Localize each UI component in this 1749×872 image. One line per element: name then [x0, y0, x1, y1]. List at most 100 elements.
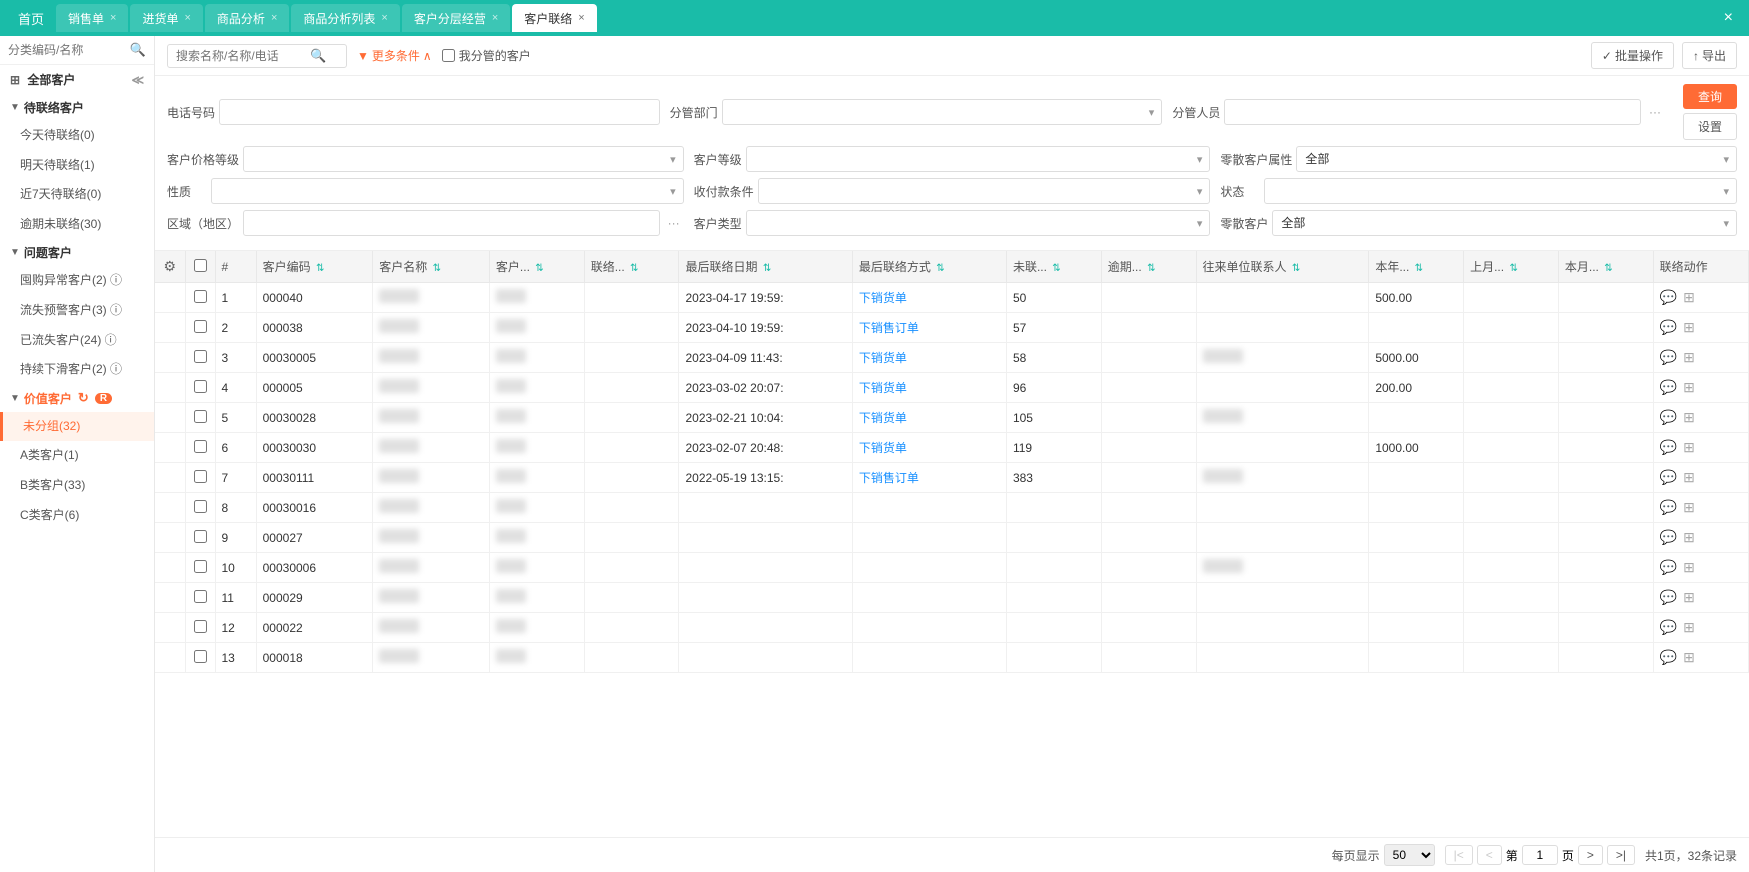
- sidebar-item-overdue[interactable]: 逾期未联络(30): [0, 210, 154, 240]
- grid-action-icon[interactable]: ⊞: [1683, 379, 1695, 396]
- close-icon[interactable]: ×: [492, 12, 498, 24]
- contact-method-link[interactable]: 下销售订单: [859, 321, 919, 335]
- area-input[interactable]: [243, 210, 660, 236]
- area-more-icon[interactable]: ···: [664, 216, 684, 230]
- type-col-header[interactable]: 客户... ⇅: [489, 251, 584, 283]
- row-checkbox-cell[interactable]: [185, 493, 215, 523]
- grid-action-icon[interactable]: ⊞: [1683, 649, 1695, 666]
- grid-action-icon[interactable]: ⊞: [1683, 589, 1695, 606]
- payment-select[interactable]: [758, 178, 1211, 204]
- sidebar-collapse-icon[interactable]: ≪: [131, 73, 144, 87]
- contact-method-link[interactable]: 下销货单: [859, 291, 907, 305]
- sidebar-item-today[interactable]: 今天待联络(0): [0, 121, 154, 151]
- reset-button[interactable]: 设置: [1683, 113, 1737, 140]
- customer-type-select[interactable]: [746, 210, 1211, 236]
- last-contact-date-col-header[interactable]: 最后联络日期 ⇅: [679, 251, 852, 283]
- message-icon[interactable]: 💬: [1660, 289, 1677, 306]
- code-col-header[interactable]: 客户编码 ⇅: [256, 251, 373, 283]
- sidebar-search-icon[interactable]: 🔍: [130, 42, 146, 58]
- contact-method-link[interactable]: 下销货单: [859, 381, 907, 395]
- grid-action-icon[interactable]: ⊞: [1683, 619, 1695, 636]
- sidebar-item-churned[interactable]: 已流失客户(24) ⓘ: [0, 326, 154, 356]
- refresh-icon[interactable]: ↻: [78, 390, 89, 406]
- contact-method-link[interactable]: 下销货单: [859, 351, 907, 365]
- checkbox-col-header[interactable]: [185, 251, 215, 283]
- row-checkbox-cell[interactable]: [185, 613, 215, 643]
- grid-action-icon[interactable]: ⊞: [1683, 499, 1695, 516]
- person-input[interactable]: [1224, 99, 1641, 125]
- row-checkbox[interactable]: [194, 320, 207, 333]
- sidebar-all-customers[interactable]: ⊞ 全部客户 ≪: [0, 65, 154, 94]
- message-icon[interactable]: 💬: [1660, 319, 1677, 336]
- sidebar-item-7days[interactable]: 近7天待联络(0): [0, 180, 154, 210]
- row-checkbox[interactable]: [194, 530, 207, 543]
- row-checkbox[interactable]: [194, 590, 207, 603]
- tab-product-analysis[interactable]: 商品分析 ×: [205, 4, 289, 32]
- grid-action-icon[interactable]: ⊞: [1683, 289, 1695, 306]
- batch-operations-button[interactable]: ✓ 批量操作: [1591, 42, 1674, 69]
- this-month-col-header[interactable]: 本月... ⇅: [1558, 251, 1653, 283]
- sidebar-group-value[interactable]: ▼ 价值客户 ↻ R: [0, 385, 154, 412]
- row-checkbox[interactable]: [194, 410, 207, 423]
- page-number-input[interactable]: [1522, 845, 1558, 865]
- row-checkbox-cell[interactable]: [185, 463, 215, 493]
- message-icon[interactable]: 💬: [1660, 589, 1677, 606]
- last-month-col-header[interactable]: 上月... ⇅: [1464, 251, 1559, 283]
- close-icon[interactable]: ×: [578, 12, 584, 24]
- tab-sales[interactable]: 销售单 ×: [56, 4, 128, 32]
- row-checkbox-cell[interactable]: [185, 553, 215, 583]
- row-checkbox[interactable]: [194, 440, 207, 453]
- sidebar-item-tomorrow[interactable]: 明天待联络(1): [0, 151, 154, 181]
- row-checkbox-cell[interactable]: [185, 433, 215, 463]
- row-checkbox[interactable]: [194, 650, 207, 663]
- message-icon[interactable]: 💬: [1660, 409, 1677, 426]
- next-page-button[interactable]: >: [1578, 845, 1603, 865]
- close-icon[interactable]: ×: [184, 12, 190, 24]
- nature-select[interactable]: [211, 178, 684, 204]
- message-icon[interactable]: 💬: [1660, 439, 1677, 456]
- message-icon[interactable]: 💬: [1660, 619, 1677, 636]
- message-icon[interactable]: 💬: [1660, 379, 1677, 396]
- sidebar-item-hoarding[interactable]: 囤购异常客户(2) ⓘ: [0, 266, 154, 296]
- name-col-header[interactable]: 客户名称 ⇅: [373, 251, 490, 283]
- grid-action-icon[interactable]: ⊞: [1683, 529, 1695, 546]
- row-checkbox[interactable]: [194, 290, 207, 303]
- grid-action-icon[interactable]: ⊞: [1683, 349, 1695, 366]
- sidebar-item-ungrouped[interactable]: 未分组(32): [0, 412, 154, 442]
- row-checkbox[interactable]: [194, 470, 207, 483]
- price-level-select[interactable]: [243, 146, 684, 172]
- sidebar-item-class-b[interactable]: B类客户(33): [0, 471, 154, 501]
- row-checkbox-cell[interactable]: [185, 283, 215, 313]
- no-contact-col-header[interactable]: 未联... ⇅: [1006, 251, 1101, 283]
- row-checkbox-cell[interactable]: [185, 583, 215, 613]
- settings-col-header[interactable]: ⚙: [155, 251, 185, 283]
- grid-action-icon[interactable]: ⊞: [1683, 409, 1695, 426]
- message-icon[interactable]: 💬: [1660, 469, 1677, 486]
- message-icon[interactable]: 💬: [1660, 529, 1677, 546]
- row-checkbox[interactable]: [194, 350, 207, 363]
- row-checkbox-cell[interactable]: [185, 373, 215, 403]
- close-icon[interactable]: ×: [271, 12, 277, 24]
- phone-input[interactable]: [219, 99, 660, 125]
- message-icon[interactable]: 💬: [1660, 559, 1677, 576]
- message-icon[interactable]: 💬: [1660, 499, 1677, 516]
- sidebar-item-churn-risk[interactable]: 流失预警客户(3) ⓘ: [0, 296, 154, 326]
- query-button[interactable]: 查询: [1683, 84, 1737, 109]
- this-year-col-header[interactable]: 本年... ⇅: [1369, 251, 1464, 283]
- search-input[interactable]: [176, 49, 306, 63]
- last-contact-method-col-header[interactable]: 最后联络方式 ⇅: [852, 251, 1006, 283]
- row-checkbox[interactable]: [194, 380, 207, 393]
- export-button[interactable]: ↑ 导出: [1682, 42, 1737, 69]
- my-customers-checkbox[interactable]: [442, 49, 455, 62]
- per-page-select[interactable]: 50 100 200: [1384, 844, 1435, 866]
- row-checkbox-cell[interactable]: [185, 403, 215, 433]
- status-select[interactable]: [1264, 178, 1737, 204]
- dept-select[interactable]: [722, 99, 1163, 125]
- retail-customer-select[interactable]: 全部: [1272, 210, 1737, 236]
- grid-action-icon[interactable]: ⊞: [1683, 469, 1695, 486]
- contact-method-link[interactable]: 下销货单: [859, 411, 907, 425]
- sidebar-search-input[interactable]: [8, 43, 126, 57]
- sidebar-item-class-a[interactable]: A类客户(1): [0, 441, 154, 471]
- row-checkbox-cell[interactable]: [185, 523, 215, 553]
- more-conditions-button[interactable]: ▼ 更多条件 ∧: [357, 47, 432, 64]
